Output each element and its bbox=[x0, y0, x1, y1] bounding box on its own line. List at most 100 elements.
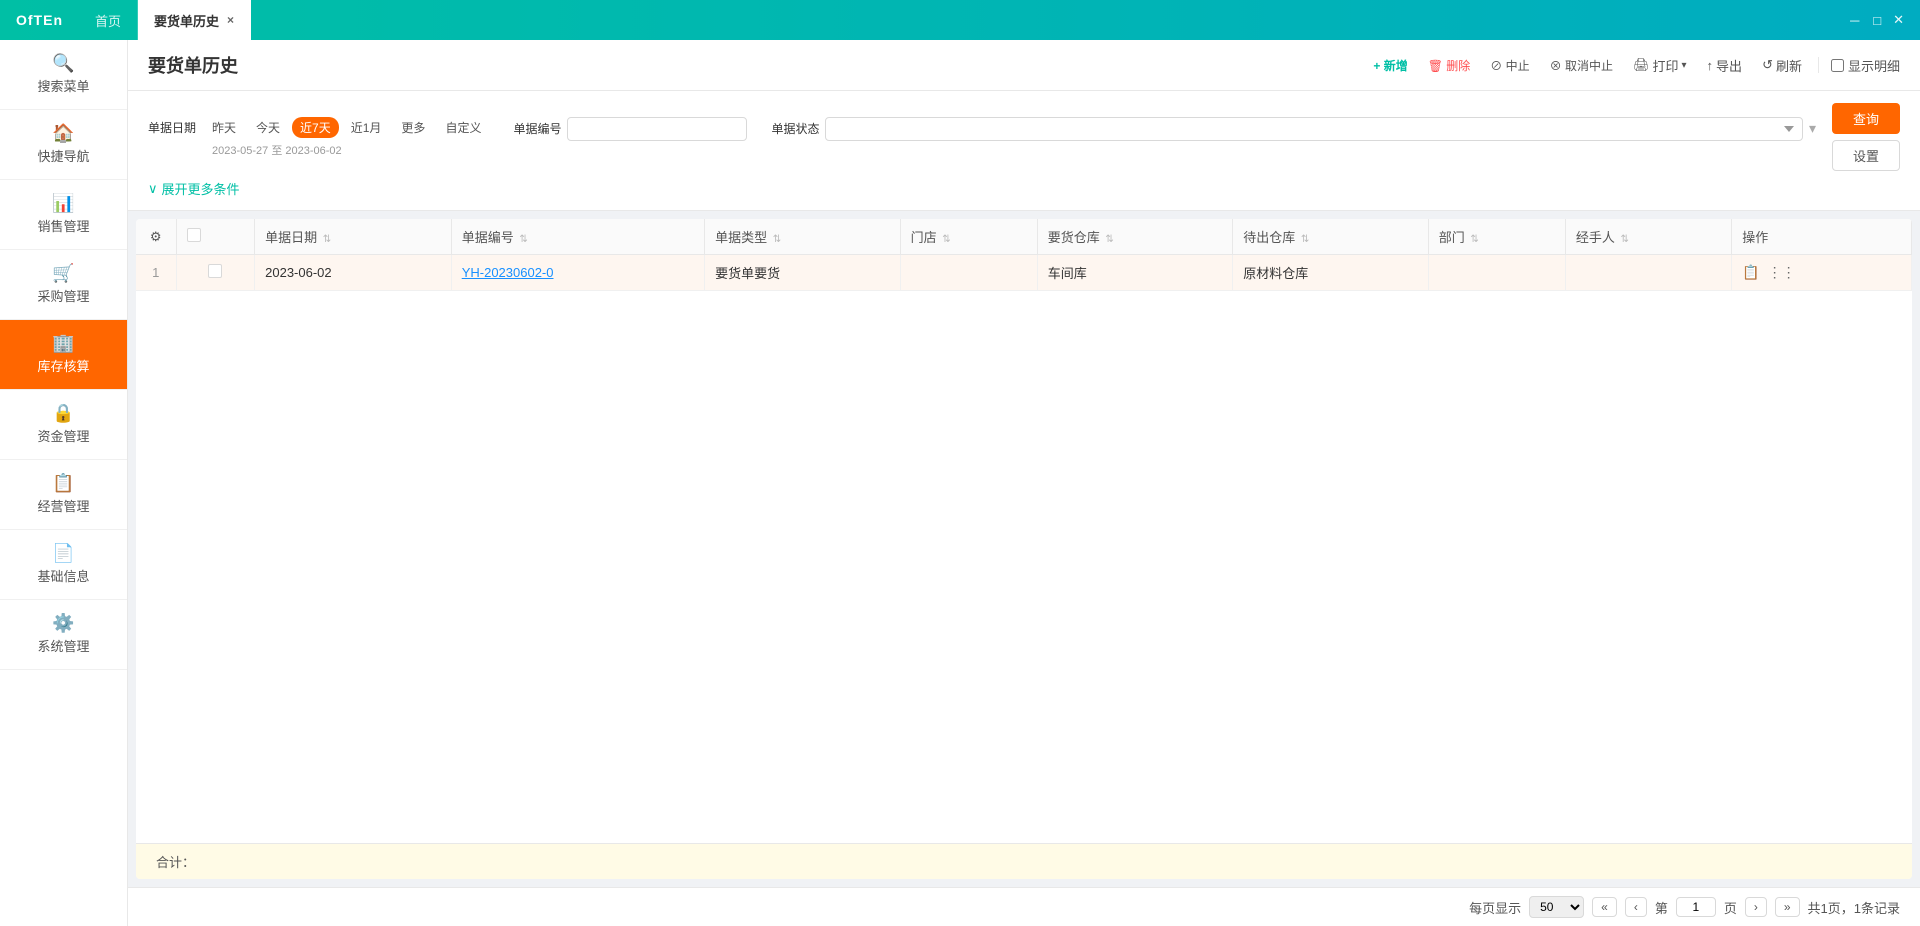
refresh-button[interactable]: ↺ 刷新 bbox=[1758, 54, 1806, 77]
table-row: 1 2023-06-02 YH-20230602-0 要货单要货 车间库 bbox=[136, 255, 1912, 291]
minimize-icon[interactable]: － bbox=[1848, 11, 1861, 30]
date-btn-yesterday[interactable]: 昨天 bbox=[204, 117, 244, 138]
export-icon: ↑ bbox=[1707, 58, 1714, 73]
handler-col-header[interactable]: 经手人 ⇅ bbox=[1565, 219, 1731, 255]
sidebar-item-purchase-mgmt[interactable]: 🛒 采购管理 bbox=[0, 250, 127, 320]
view-action-icon[interactable]: 📋 bbox=[1742, 264, 1759, 281]
store-col-header[interactable]: 门店 ⇅ bbox=[900, 219, 1037, 255]
sidebar-item-operation-mgmt[interactable]: 📋 经营管理 bbox=[0, 460, 127, 530]
close-tab-icon[interactable]: × bbox=[227, 13, 234, 27]
sidebar-item-finance-mgmt-label: 资金管理 bbox=[37, 426, 89, 445]
row-doc-type: 要货单要货 bbox=[705, 255, 901, 291]
doc-no-col-header[interactable]: 单据编号 ⇅ bbox=[451, 219, 704, 255]
row-actions: 📋 ⋮⋮ bbox=[1732, 255, 1912, 291]
add-button[interactable]: + 新增 bbox=[1369, 55, 1411, 76]
sidebar-item-inventory[interactable]: 🏢 库存核算 bbox=[0, 320, 127, 390]
pending-warehouse-col-header[interactable]: 待出仓库 ⇅ bbox=[1233, 219, 1429, 255]
date-btn-custom[interactable]: 自定义 bbox=[437, 117, 489, 138]
row-index: 1 bbox=[136, 255, 176, 291]
total-label: 合计： bbox=[156, 852, 195, 871]
req-warehouse-col-header[interactable]: 要货仓库 ⇅ bbox=[1037, 219, 1233, 255]
sidebar-item-operation-mgmt-label: 经营管理 bbox=[37, 496, 89, 515]
doc-no-filter-block: 单据编号 bbox=[513, 117, 747, 141]
page-size-select[interactable]: 50 10 20 100 bbox=[1529, 896, 1584, 918]
table-settings-icon[interactable]: ⚙ bbox=[150, 229, 162, 244]
next-page-btn[interactable]: › bbox=[1745, 897, 1767, 917]
tab-home-label: 首页 bbox=[95, 11, 121, 30]
row-select-checkbox[interactable] bbox=[208, 264, 222, 278]
sidebar-item-sales-mgmt-label: 销售管理 bbox=[37, 216, 89, 235]
select-all-checkbox[interactable] bbox=[187, 228, 201, 242]
date-btns: 昨天 今天 近7天 近1月 更多 自定义 bbox=[204, 117, 489, 138]
doc-no-input[interactable] bbox=[567, 117, 747, 141]
sidebar-item-purchase-mgmt-label: 采购管理 bbox=[37, 286, 89, 305]
date-btn-last7days[interactable]: 近7天 bbox=[292, 117, 339, 138]
date-range-display: 2023-05-27 至 2023-06-02 bbox=[212, 142, 489, 158]
delete-button[interactable]: 🗑 删除 bbox=[1424, 55, 1475, 76]
filter-main: 单据日期 昨天 今天 近7天 近1月 更多 自定义 2023-05-27 至 2… bbox=[148, 117, 1816, 158]
system-mgmt-icon: ⚙️ bbox=[52, 614, 74, 632]
date-btn-today[interactable]: 今天 bbox=[248, 117, 288, 138]
operation-col-header: 操作 bbox=[1732, 219, 1912, 255]
date-btn-last1month[interactable]: 近1月 bbox=[343, 117, 390, 138]
doc-type-col-header[interactable]: 单据类型 ⇅ bbox=[705, 219, 901, 255]
doc-no-link[interactable]: YH-20230602-0 bbox=[462, 265, 554, 280]
sidebar-item-finance-mgmt[interactable]: 🔒 资金管理 bbox=[0, 390, 127, 460]
refresh-icon: ↺ bbox=[1762, 57, 1773, 73]
export-button[interactable]: ↑ 导出 bbox=[1703, 54, 1747, 77]
status-dropdown-arrow[interactable]: ▾ bbox=[1809, 120, 1816, 137]
brand: OfTEn bbox=[0, 12, 79, 28]
query-button[interactable]: 查询 bbox=[1832, 103, 1900, 134]
sidebar-item-basic-info[interactable]: 📄 基础信息 bbox=[0, 530, 127, 600]
sidebar-item-basic-info-label: 基础信息 bbox=[37, 566, 89, 585]
row-pending-warehouse: 原材料仓库 bbox=[1233, 255, 1429, 291]
display-detail-toggle[interactable]: 显示明细 bbox=[1831, 56, 1900, 75]
close-icon[interactable]: ✕ bbox=[1893, 12, 1904, 28]
maximize-icon[interactable]: □ bbox=[1873, 13, 1881, 28]
tab-requisition-history[interactable]: 要货单历史 × bbox=[138, 0, 251, 40]
status-select[interactable] bbox=[825, 117, 1802, 141]
sidebar-item-search-menu[interactable]: 🔍 搜索菜单 bbox=[0, 40, 127, 110]
doc-no-label: 单据编号 bbox=[513, 120, 561, 137]
date-btn-more[interactable]: 更多 bbox=[393, 117, 433, 138]
current-page-input[interactable] bbox=[1676, 897, 1716, 917]
row-doc-no: YH-20230602-0 bbox=[451, 255, 704, 291]
more-action-icon[interactable]: ⋮⋮ bbox=[1768, 264, 1796, 281]
page-unit: 页 bbox=[1724, 898, 1737, 917]
sidebar-item-inventory-label: 库存核算 bbox=[37, 356, 89, 375]
status-select-wrapper bbox=[825, 117, 1802, 141]
first-page-btn[interactable]: « bbox=[1592, 897, 1617, 917]
expand-more-btn[interactable]: ∨ 展开更多条件 bbox=[148, 179, 1900, 198]
department-col-header[interactable]: 部门 ⇅ bbox=[1428, 219, 1565, 255]
settings-col-header[interactable]: ⚙ bbox=[136, 219, 176, 255]
print-dropdown-icon[interactable]: ▾ bbox=[1682, 60, 1687, 71]
sidebar: 🔍 搜索菜单 🏠 快捷导航 📊 销售管理 🛒 采购管理 🏢 库存核算 🔒 资金管… bbox=[0, 40, 128, 926]
sidebar-item-quick-nav-label: 快捷导航 bbox=[37, 146, 89, 165]
sidebar-item-quick-nav[interactable]: 🏠 快捷导航 bbox=[0, 110, 127, 180]
handler-sort-icon: ⇅ bbox=[1621, 234, 1629, 245]
table-container: ⚙ 单据日期 ⇅ 单据编号 ⇅ bbox=[136, 219, 1912, 879]
row-date: 2023-06-02 bbox=[255, 255, 452, 291]
row-req-warehouse: 车间库 bbox=[1037, 255, 1233, 291]
tab-home[interactable]: 首页 bbox=[79, 0, 138, 40]
prev-page-btn[interactable]: ‹ bbox=[1625, 897, 1647, 917]
purchase-mgmt-icon: 🛒 bbox=[52, 264, 74, 282]
doc-type-sort-icon: ⇅ bbox=[773, 234, 781, 245]
row-checkbox[interactable] bbox=[176, 255, 255, 291]
top-bar: OfTEn 首页 要货单历史 × － □ ✕ bbox=[0, 0, 1920, 40]
date-sort-icon: ⇅ bbox=[323, 234, 331, 245]
last-page-btn[interactable]: » bbox=[1775, 897, 1800, 917]
display-detail-checkbox[interactable] bbox=[1831, 59, 1844, 72]
toolbar: + 新增 🗑 删除 ⊘ 中止 ⊗ 取消中止 🖨 🖨 打印 打印 ▾ ↑ 导出 ↺… bbox=[1369, 54, 1900, 77]
stop-button[interactable]: ⊘ 中止 bbox=[1486, 55, 1533, 76]
print-button[interactable]: 🖨 🖨 打印 打印 ▾ bbox=[1629, 54, 1691, 77]
action-icons: 📋 ⋮⋮ bbox=[1742, 264, 1901, 281]
row-department bbox=[1428, 255, 1565, 291]
settings-button[interactable]: 设置 bbox=[1832, 140, 1900, 171]
date-col-header[interactable]: 单据日期 ⇅ bbox=[255, 219, 452, 255]
filter-row-1: 单据日期 昨天 今天 近7天 近1月 更多 自定义 2023-05-27 至 2… bbox=[148, 103, 1900, 171]
cancel-stop-button[interactable]: ⊗ 取消中止 bbox=[1546, 55, 1617, 76]
sidebar-item-sales-mgmt[interactable]: 📊 销售管理 bbox=[0, 180, 127, 250]
sidebar-item-system-mgmt[interactable]: ⚙️ 系统管理 bbox=[0, 600, 127, 670]
sidebar-item-search-menu-label: 搜索菜单 bbox=[37, 76, 89, 95]
